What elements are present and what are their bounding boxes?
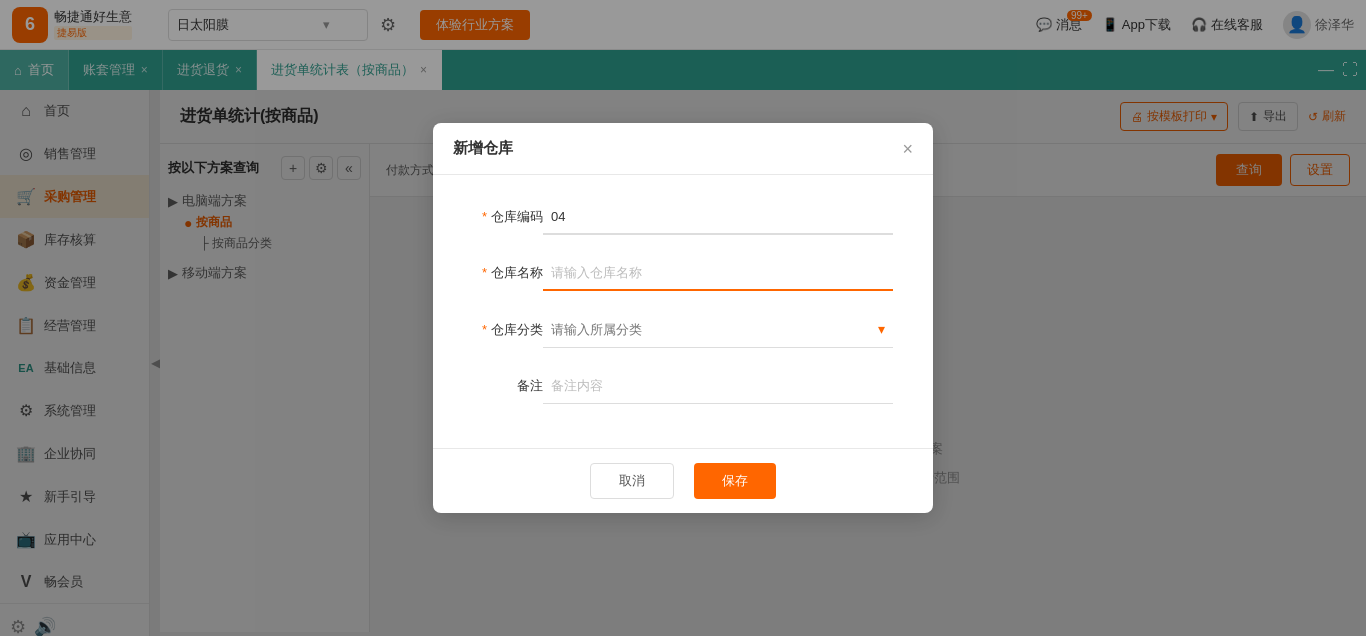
note-input[interactable] <box>543 368 893 404</box>
form-row-name: 仓库名称 <box>473 255 893 291</box>
new-warehouse-modal: 新增仓库 × 仓库编码 仓库名称 仓库分类 ▾ 备注 取消 保存 <box>433 123 933 513</box>
category-dropdown-icon: ▾ <box>878 321 885 337</box>
form-row-note: 备注 <box>473 368 893 404</box>
name-label: 仓库名称 <box>473 264 543 282</box>
modal-footer: 取消 保存 <box>433 448 933 513</box>
warehouse-code-input[interactable] <box>543 199 893 235</box>
form-row-code: 仓库编码 <box>473 199 893 235</box>
category-input[interactable] <box>543 311 893 347</box>
cancel-button[interactable]: 取消 <box>590 463 674 499</box>
modal-body: 仓库编码 仓库名称 仓库分类 ▾ 备注 <box>433 175 933 448</box>
note-label: 备注 <box>473 377 543 395</box>
modal-close-button[interactable]: × <box>902 140 913 158</box>
save-button[interactable]: 保存 <box>694 463 776 499</box>
modal-header: 新增仓库 × <box>433 123 933 175</box>
warehouse-name-input[interactable] <box>543 255 893 291</box>
category-select-wrapper[interactable]: ▾ <box>543 311 893 348</box>
category-label: 仓库分类 <box>473 321 543 339</box>
form-row-category: 仓库分类 ▾ <box>473 311 893 348</box>
code-label: 仓库编码 <box>473 208 543 226</box>
modal-title: 新增仓库 <box>453 139 513 158</box>
